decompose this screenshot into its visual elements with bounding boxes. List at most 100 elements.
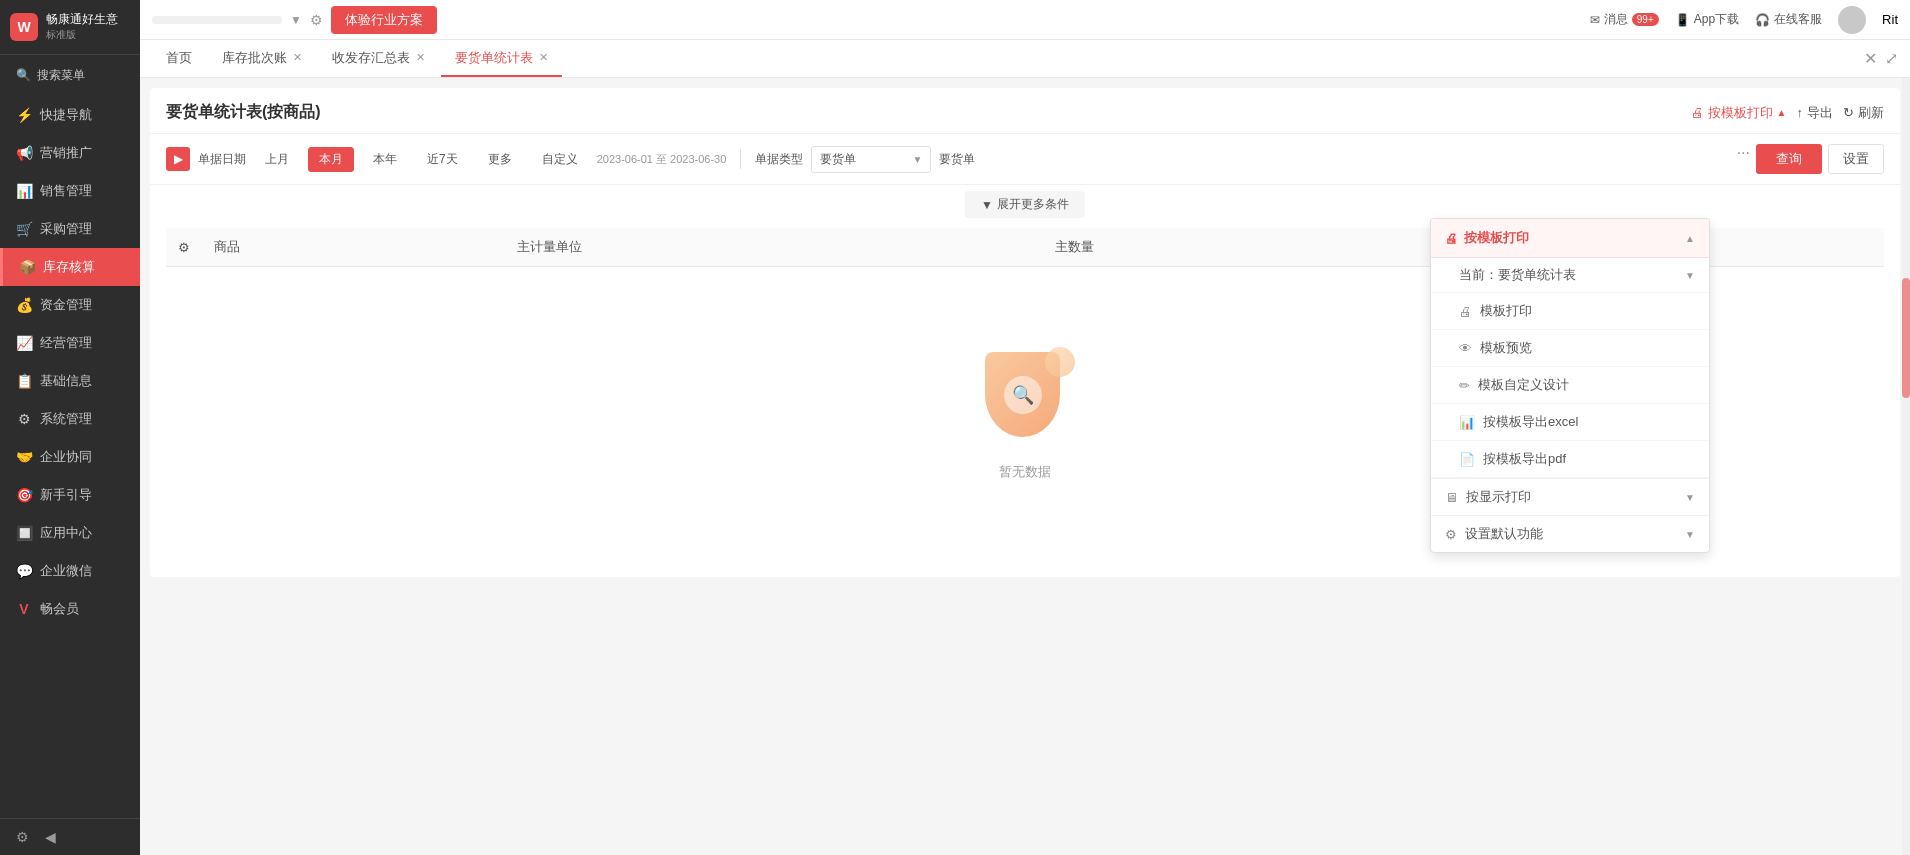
col-unit: 主计量单位: [505, 228, 1043, 267]
logo-icon: W: [10, 13, 38, 41]
sidebar-item-marketing[interactable]: 📢 营销推广: [0, 134, 140, 172]
refresh-label: 刷新: [1858, 104, 1884, 122]
search-menu-label: 搜索菜单: [37, 67, 85, 84]
setting-button[interactable]: 设置: [1828, 144, 1884, 174]
app-version: 标准版: [46, 28, 118, 42]
sidebar-item-quick-nav[interactable]: ⚡ 快捷导航: [0, 96, 140, 134]
main-area: ▼ ⚙ 体验行业方案 ✉ 消息 99+ 📱 App下载 🎧 在线客服 Rit 首…: [140, 0, 1910, 855]
collab-icon: 🤝: [16, 449, 32, 465]
app-download-label: App下载: [1694, 11, 1739, 28]
sidebar-item-system[interactable]: ⚙ 系统管理: [0, 400, 140, 438]
tab-home[interactable]: 首页: [152, 41, 206, 77]
col-qty: 主数量: [1043, 228, 1424, 267]
date-btn-this-month[interactable]: 本月: [308, 147, 354, 172]
dropdown-display-print-left: 🖥 按显示打印: [1445, 488, 1531, 506]
app-center-icon: 🔲: [16, 525, 32, 541]
date-btn-last-month[interactable]: 上月: [254, 147, 300, 172]
topbar-gear-icon[interactable]: ⚙: [310, 12, 323, 28]
date-btn-7days[interactable]: 近7天: [416, 147, 469, 172]
search-menu-button[interactable]: 🔍 搜索菜单: [10, 63, 130, 88]
app-download-button[interactable]: 📱 App下载: [1675, 11, 1739, 28]
guide-icon: 🎯: [16, 487, 32, 503]
dropdown-current-item[interactable]: 当前：要货单统计表 ▼: [1431, 258, 1709, 293]
sidebar-item-basics[interactable]: 📋 基础信息: [0, 362, 140, 400]
filter-expand-icon[interactable]: ▶: [166, 147, 190, 171]
expand-more-button[interactable]: ▼ 展开更多条件: [965, 191, 1085, 218]
type-filter-select[interactable]: 要货单 ▼: [811, 146, 931, 173]
page-actions: 🖨 按模板打印 ▲ ↑ 导出 ↻ 刷新: [1691, 104, 1884, 122]
sidebar-item-guide[interactable]: 🎯 新手引导: [0, 476, 140, 514]
template-design-label: 模板自定义设计: [1478, 376, 1569, 394]
dropdown-set-default-left: ⚙ 设置默认功能: [1445, 525, 1543, 543]
date-btn-this-year[interactable]: 本年: [362, 147, 408, 172]
empty-magnifier-icon: 🔍: [1004, 376, 1042, 414]
tab-receive-summary-close[interactable]: ✕: [416, 51, 425, 64]
dropdown-item-template-preview[interactable]: 👁 模板预览: [1431, 330, 1709, 367]
purchase-icon: 🛒: [16, 221, 32, 237]
dropdown-set-default[interactable]: ⚙ 设置默认功能 ▼: [1431, 515, 1709, 552]
template-print-item-icon: 🖨: [1459, 304, 1472, 319]
guide-label: 新手引导: [40, 486, 92, 504]
dropdown-display-print[interactable]: 🖥 按显示打印 ▼: [1431, 478, 1709, 515]
app-center-label: 应用中心: [40, 524, 92, 542]
tab-inventory-batch-close[interactable]: ✕: [293, 51, 302, 64]
right-scrollbar-thumb[interactable]: [1902, 278, 1910, 398]
tab-close-all-icon[interactable]: ✕: [1864, 49, 1877, 68]
template-print-item-label: 模板打印: [1480, 302, 1532, 320]
expand-more-icon: ▼: [981, 198, 993, 212]
export-label: 导出: [1807, 104, 1833, 122]
template-print-label: 按模板打印: [1708, 104, 1773, 122]
topbar-search-box[interactable]: [152, 16, 282, 24]
collapse-icon[interactable]: ◀: [45, 829, 56, 845]
app-name: 畅康通好生意: [46, 12, 118, 28]
template-print-button[interactable]: 🖨 按模板打印 ▲: [1691, 104, 1787, 122]
template-preview-icon: 👁: [1459, 341, 1472, 356]
user-avatar[interactable]: [1838, 6, 1866, 34]
date-btn-more[interactable]: 更多: [477, 147, 523, 172]
tab-receive-summary[interactable]: 收发存汇总表 ✕: [318, 41, 439, 77]
dropdown-item-export-pdf[interactable]: 📄 按模板导出pdf: [1431, 441, 1709, 478]
dropdown-item-template-print[interactable]: 🖨 模板打印: [1431, 293, 1709, 330]
set-default-chevron: ▼: [1685, 529, 1695, 540]
dropdown-close-icon[interactable]: ▲: [1685, 233, 1695, 244]
sidebar-item-app-center[interactable]: 🔲 应用中心: [0, 514, 140, 552]
sidebar-item-membership[interactable]: V 畅会员: [0, 590, 140, 628]
sidebar-item-purchase[interactable]: 🛒 采购管理: [0, 210, 140, 248]
three-dots-button[interactable]: ···: [1737, 144, 1750, 174]
date-filter-label: 单据日期: [198, 151, 246, 168]
dropdown-item-template-design[interactable]: ✏ 模板自定义设计: [1431, 367, 1709, 404]
col-settings[interactable]: ⚙: [166, 228, 202, 267]
empty-circle-deco: [1045, 347, 1075, 377]
tab-inventory-batch[interactable]: 库存批次账 ✕: [208, 41, 316, 77]
chevron-up-icon: ▲: [1777, 107, 1787, 118]
sidebar-item-wechat[interactable]: 💬 企业微信: [0, 552, 140, 590]
tab-order-stats[interactable]: 要货单统计表 ✕: [441, 41, 562, 77]
wechat-label: 企业微信: [40, 562, 92, 580]
query-button[interactable]: 查询: [1756, 144, 1822, 174]
date-btn-custom[interactable]: 自定义: [531, 147, 589, 172]
membership-icon: V: [16, 601, 32, 617]
settings-bottom-icon[interactable]: ⚙: [16, 829, 29, 845]
tab-maximize-icon[interactable]: ⤢: [1885, 49, 1898, 68]
industry-solution-button[interactable]: 体验行业方案: [331, 6, 437, 34]
finance-icon: 💰: [16, 297, 32, 313]
dropdown-header-label: 按模板打印: [1464, 229, 1529, 247]
online-service-button[interactable]: 🎧 在线客服: [1755, 11, 1822, 28]
export-button[interactable]: ↑ 导出: [1797, 104, 1834, 122]
refresh-button[interactable]: ↻ 刷新: [1843, 104, 1884, 122]
message-button[interactable]: ✉ 消息 99+: [1590, 11, 1659, 28]
type-filter-value: 要货单: [820, 151, 856, 168]
sidebar-item-finance[interactable]: 💰 资金管理: [0, 286, 140, 324]
tab-order-stats-close[interactable]: ✕: [539, 51, 548, 64]
sidebar-item-collab[interactable]: 🤝 企业协同: [0, 438, 140, 476]
page-title: 要货单统计表(按商品): [166, 102, 321, 123]
sidebar-search-area[interactable]: 🔍 搜索菜单: [0, 55, 140, 96]
sidebar-item-inventory[interactable]: 📦 库存核算: [0, 248, 140, 286]
message-badge: 99+: [1632, 13, 1659, 26]
dropdown-item-export-excel[interactable]: 📊 按模板导出excel: [1431, 404, 1709, 441]
topbar-dropdown-icon[interactable]: ▼: [290, 13, 302, 27]
sidebar-item-sales[interactable]: 📊 销售管理: [0, 172, 140, 210]
right-scrollbar[interactable]: [1902, 78, 1910, 855]
marketing-label: 营销推广: [40, 144, 92, 162]
sidebar-item-operations[interactable]: 📈 经营管理: [0, 324, 140, 362]
